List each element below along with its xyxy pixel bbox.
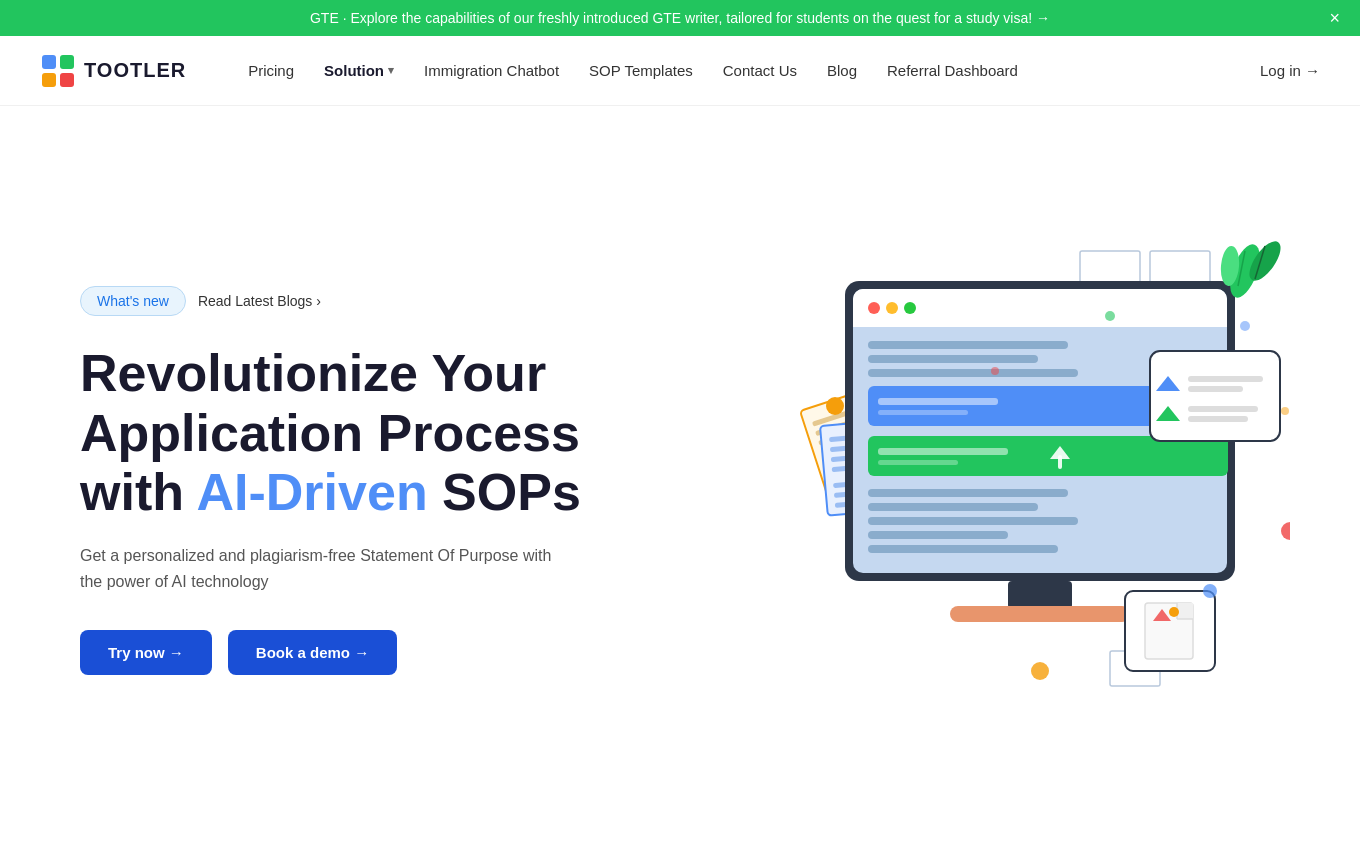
chevron-down-icon: ▾ [388,64,394,77]
svg-rect-49 [868,531,1008,539]
svg-marker-62 [1177,603,1193,619]
book-demo-button[interactable]: Book a demo → [228,630,397,675]
logo-icon [40,53,76,89]
hero-section: What's new Read Latest Blogs › Revolutio… [0,106,1360,855]
svg-rect-36 [868,355,1038,363]
svg-rect-43 [878,460,958,465]
nav-item-immigration-chatbot[interactable]: Immigration Chatbot [412,56,571,85]
svg-rect-0 [42,55,56,69]
svg-rect-56 [1188,386,1243,392]
svg-rect-55 [1188,376,1263,382]
svg-rect-39 [878,398,998,405]
svg-rect-46 [868,489,1068,497]
svg-rect-51 [1008,581,1072,609]
svg-rect-52 [950,606,1130,622]
banner-close-button[interactable]: × [1329,9,1340,27]
hero-content: What's new Read Latest Blogs › Revolutio… [80,286,680,676]
svg-rect-50 [868,545,1058,553]
whats-new-badge[interactable]: What's new [80,286,186,316]
main-nav: TOOTLER Pricing Solution ▾ Immigration C… [0,36,1360,106]
svg-rect-42 [878,448,1008,455]
svg-rect-59 [1188,416,1248,422]
svg-rect-45 [1058,455,1062,469]
hero-illustration [680,231,1300,731]
svg-point-78 [991,367,999,375]
nav-item-contact-us[interactable]: Contact Us [711,56,809,85]
hero-heading: Revolutionize Your Application Process w… [80,344,680,523]
svg-point-66 [1169,607,1179,617]
read-blogs-link[interactable]: Read Latest Blogs › [198,293,321,309]
svg-point-75 [1031,662,1049,680]
svg-point-76 [1105,311,1115,321]
hero-subtext: Get a personalized and plagiarism-free S… [80,543,560,594]
svg-point-79 [1281,407,1289,415]
svg-point-34 [904,302,916,314]
logo-link[interactable]: TOOTLER [40,53,186,89]
svg-rect-3 [60,73,74,87]
svg-rect-58 [1188,406,1258,412]
login-link[interactable]: Log in → [1260,62,1320,79]
svg-point-74 [1203,584,1217,598]
svg-rect-47 [868,503,1038,511]
nav-item-referral-dashboard[interactable]: Referral Dashboard [875,56,1030,85]
banner-text: GTE · Explore the capabilities of our fr… [310,10,1050,26]
svg-point-72 [826,397,844,415]
nav-item-blog[interactable]: Blog [815,56,869,85]
svg-point-73 [1281,522,1290,540]
svg-rect-1 [60,55,74,69]
svg-point-32 [868,302,880,314]
nav-item-pricing[interactable]: Pricing [236,56,306,85]
announcement-banner: GTE · Explore the capabilities of our fr… [0,0,1360,36]
badge-row: What's new Read Latest Blogs › [80,286,680,316]
svg-point-77 [1240,321,1250,331]
arrow-right-icon: › [316,293,321,309]
cta-buttons: Try now → Book a demo → [80,630,680,675]
nav-item-sop-templates[interactable]: SOP Templates [577,56,705,85]
svg-rect-53 [1150,351,1280,441]
nav-links: Pricing Solution ▾ Immigration Chatbot S… [236,56,1230,85]
svg-rect-40 [878,410,968,415]
logo-text: TOOTLER [84,59,186,82]
svg-rect-35 [868,341,1068,349]
hero-svg-illustration [690,231,1290,731]
nav-item-solution[interactable]: Solution ▾ [312,56,406,85]
svg-rect-48 [868,517,1078,525]
try-now-button[interactable]: Try now → [80,630,212,675]
svg-rect-37 [868,369,1078,377]
svg-point-33 [886,302,898,314]
svg-rect-2 [42,73,56,87]
